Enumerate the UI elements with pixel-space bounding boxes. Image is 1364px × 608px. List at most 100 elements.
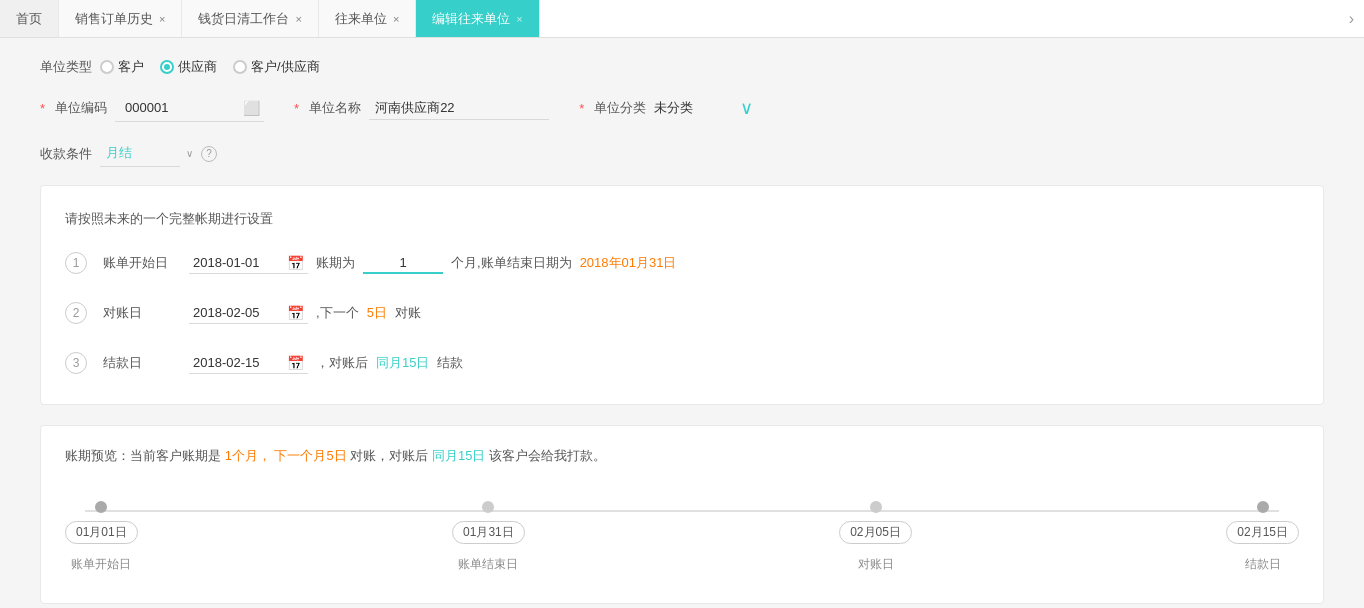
card-instruction: 请按照未来的一个完整帐期进行设置 [65,210,1299,228]
step-3-highlight: 同月15日 [376,354,429,372]
step-1-label: 账单开始日 [103,254,173,272]
tab-more-arrow[interactable]: › [1339,0,1364,37]
timeline-sub-2: 对账日 [858,556,894,573]
unit-code-input-wrapper: ⬜ [115,94,264,122]
payment-terms-select[interactable]: 月结 ∨ [100,140,193,167]
timeline-dot-1 [482,501,494,513]
unit-type-row: 单位类型 客户 供应商 客户/供应商 [40,58,1324,76]
step-1-row: 1 账单开始日 📅 账期为 个月,账单结束日期为 2018年01月31日 [65,252,1299,274]
tab-cash-daily-close[interactable]: × [295,13,301,25]
step-1-period-unit: 个月,账单结束日期为 [451,254,572,272]
step-3-content: 📅 ，对账后 同月15日 结款 [189,353,1299,374]
unit-name-star: * [294,101,299,116]
unit-category-select[interactable]: 未分类 ∨ [654,97,753,119]
tab-edit-partner-unit[interactable]: 编辑往来单位 × [416,0,539,37]
step-3-date-wrapper: 📅 [189,353,308,374]
step-1-period-input[interactable] [363,253,443,274]
preview-label: 账期预览：当前客户账期是 [65,448,221,463]
step-3-num: 3 [65,352,87,374]
preview-section: 账期预览：当前客户账期是 1个月， 下一个月5日 对账，对账后 同月15日 该客… [40,425,1324,604]
unit-code-input[interactable] [119,96,239,119]
arrow-right-icon: › [1349,10,1354,28]
preview-text: 账期预览：当前客户账期是 1个月， 下一个月5日 对账，对账后 同月15日 该客… [65,446,1299,467]
radio-customer-supplier-label: 客户/供应商 [251,58,320,76]
step-3-calendar-icon[interactable]: 📅 [287,355,304,371]
unit-name-label: 单位名称 [309,99,361,117]
step-1-calendar-icon[interactable]: 📅 [287,255,304,271]
timeline-badge-3: 02月15日 [1226,521,1299,544]
payment-terms-value: 月结 [100,140,180,167]
unit-info-row: * 单位编码 ⬜ * 单位名称 * 单位分类 未分类 ∨ [40,94,1324,122]
preview-3: 对账，对账后 [350,448,428,463]
tab-cash-daily-label: 钱货日清工作台 [198,10,289,28]
tab-cash-daily[interactable]: 钱货日清工作台 × [182,0,318,37]
unit-code-copy-icon[interactable]: ⬜ [243,100,260,116]
step-1-date-input[interactable] [193,255,283,270]
tab-sales-order-close[interactable]: × [159,13,165,25]
step-1-end-date: 2018年01月31日 [580,254,677,272]
unit-code-group: * 单位编码 ⬜ [40,94,264,122]
payment-terms-label: 收款条件 [40,145,92,163]
step-3-date-input[interactable] [193,355,283,370]
radio-supplier-label: 供应商 [178,58,217,76]
step-3-desc-suffix: 结款 [437,354,463,372]
timeline-item-2: 02月05日 对账日 [839,501,912,573]
step-1-content: 📅 账期为 个月,账单结束日期为 2018年01月31日 [189,253,1299,274]
radio-customer-label: 客户 [118,58,144,76]
unit-category-value: 未分类 [654,99,734,117]
timeline-item-1: 01月31日 账单结束日 [452,501,525,573]
preview-1: 1个月， [225,448,271,463]
tab-edit-partner-unit-label: 编辑往来单位 [432,10,510,28]
step-2-row: 2 对账日 📅 ,下一个 5日 对账 [65,302,1299,324]
unit-name-group: * 单位名称 [294,96,549,120]
step-2-date-wrapper: 📅 [189,303,308,324]
step-2-content: 📅 ,下一个 5日 对账 [189,303,1299,324]
timeline: 01月01日 账单开始日 01月31日 账单结束日 02月05日 对账日 02月… [65,491,1299,603]
radio-customer-circle [100,60,114,74]
radio-customer-supplier[interactable]: 客户/供应商 [233,58,320,76]
radio-supplier[interactable]: 供应商 [160,58,217,76]
radio-supplier-circle [160,60,174,74]
tab-home-label: 首页 [16,10,42,28]
timeline-item-0: 01月01日 账单开始日 [65,501,138,573]
timeline-dot-0 [95,501,107,513]
step-2-num: 2 [65,302,87,324]
preview-5: 该客户会给我打款。 [489,448,606,463]
tab-partner-units[interactable]: 往来单位 × [319,0,416,37]
tab-bar: 首页 销售订单历史 × 钱货日清工作台 × 往来单位 × 编辑往来单位 × › [0,0,1364,38]
step-2-date-input[interactable] [193,305,283,320]
payment-terms-chevron: ∨ [186,148,193,159]
unit-category-chevron: ∨ [740,97,753,119]
unit-name-input[interactable] [369,96,549,120]
timeline-item-3: 02月15日 结款日 [1226,501,1299,573]
payment-terms-help[interactable]: ? [201,146,217,162]
timeline-items: 01月01日 账单开始日 01月31日 账单结束日 02月05日 对账日 02月… [65,501,1299,573]
step-1-period-text: 账期为 [316,254,355,272]
step-2-highlight: 5日 [367,304,387,322]
tab-home[interactable]: 首页 [0,0,59,37]
preview-2: 下一个月5日 [274,448,346,463]
radio-customer-supplier-circle [233,60,247,74]
step-1-num: 1 [65,252,87,274]
unit-code-star: * [40,101,45,116]
unit-type-group: 单位类型 客户 供应商 客户/供应商 [40,58,320,76]
unit-category-label: 单位分类 [594,99,646,117]
unit-code-label: 单位编码 [55,99,107,117]
tab-partner-units-close[interactable]: × [393,13,399,25]
step-3-label: 结款日 [103,354,173,372]
tab-edit-partner-unit-close[interactable]: × [516,13,522,25]
radio-customer[interactable]: 客户 [100,58,144,76]
timeline-badge-0: 01月01日 [65,521,138,544]
main-content: 单位类型 客户 供应商 客户/供应商 * 单位编码 [0,38,1364,608]
step-2-desc-prefix: ,下一个 [316,304,359,322]
timeline-dot-2 [870,501,882,513]
step-3-desc-prefix: ，对账后 [316,354,368,372]
unit-category-group: * 单位分类 未分类 ∨ [579,97,753,119]
step-2-calendar-icon[interactable]: 📅 [287,305,304,321]
step-3-row: 3 结款日 📅 ，对账后 同月15日 结款 [65,352,1299,374]
step-1-date-wrapper: 📅 [189,253,308,274]
tab-partner-units-label: 往来单位 [335,10,387,28]
step-2-label: 对账日 [103,304,173,322]
unit-category-star: * [579,101,584,116]
tab-sales-order[interactable]: 销售订单历史 × [59,0,182,37]
